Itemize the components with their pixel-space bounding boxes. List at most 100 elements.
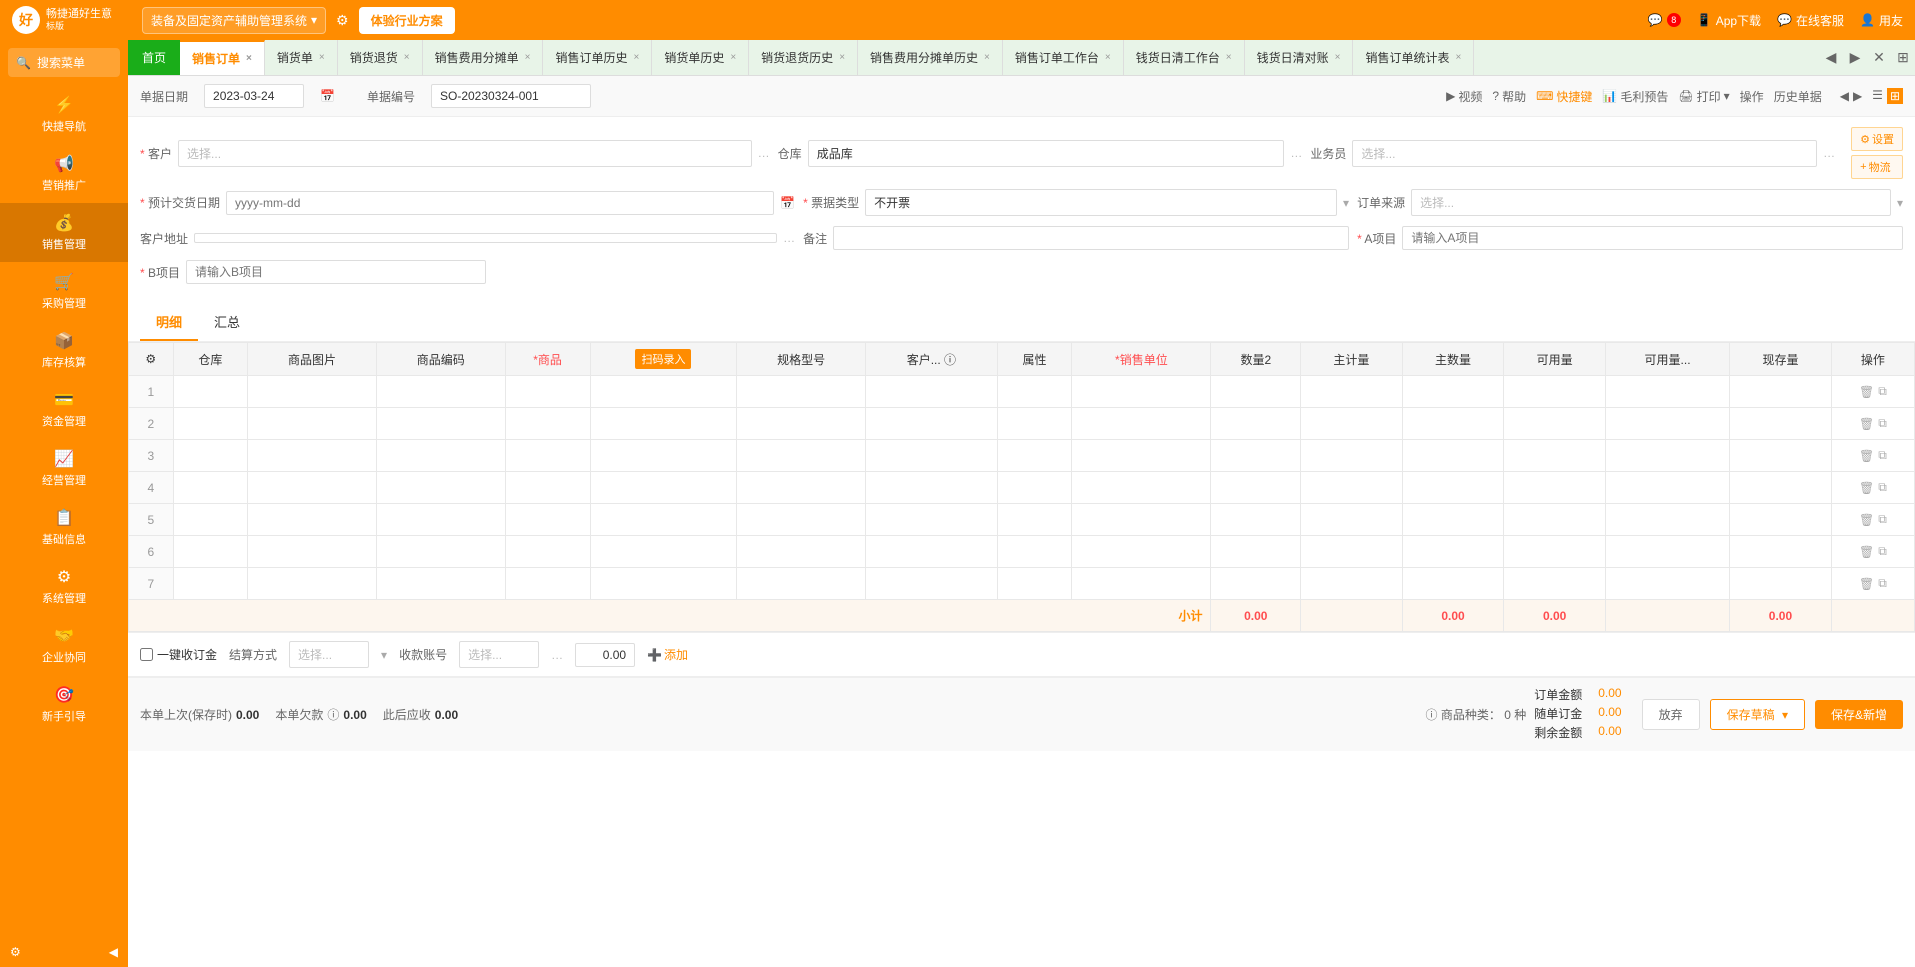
sidebar-collapse-icon[interactable]: ◀ — [109, 945, 118, 959]
list-view-icon[interactable]: ☰ — [1872, 88, 1883, 104]
tab-sales-return[interactable]: 销货退货 × — [338, 40, 423, 76]
row6-qty2[interactable] — [1211, 536, 1301, 568]
row1-scan[interactable] — [590, 376, 737, 408]
tab-nav-left[interactable]: ◀ — [1819, 40, 1843, 76]
row4-main-unit[interactable] — [1301, 472, 1403, 504]
view-video-btn[interactable]: ▶ 视频 — [1446, 88, 1482, 105]
tab-daily-clear-reconcile[interactable]: 钱货日清对账 × — [1245, 40, 1354, 76]
row1-spec[interactable] — [737, 376, 866, 408]
row7-avail-qty2[interactable] — [1605, 568, 1729, 600]
row2-product[interactable] — [505, 408, 590, 440]
sidebar-item-purchase[interactable]: 🛒 采购管理 — [0, 262, 128, 321]
row7-main-qty[interactable] — [1402, 568, 1504, 600]
row6-stock[interactable] — [1730, 536, 1832, 568]
tab-home[interactable]: 首页 — [128, 40, 180, 76]
calendar-icon[interactable]: 📅 — [320, 89, 335, 103]
ticket-dropdown-icon[interactable]: ▾ — [1343, 196, 1349, 210]
payment-method-dropdown-icon[interactable]: ▾ — [381, 648, 387, 662]
row7-avail-qty[interactable] — [1504, 568, 1606, 600]
tab-nav-right[interactable]: ▶ — [1843, 40, 1867, 76]
row1-avail-qty[interactable] — [1504, 376, 1606, 408]
row4-customer-code[interactable] — [866, 472, 998, 504]
row1-attr[interactable] — [997, 376, 1072, 408]
row5-product[interactable] — [505, 504, 590, 536]
tab-sales-workbench[interactable]: 销售订单工作台 × — [1003, 40, 1124, 76]
row1-main-unit[interactable] — [1301, 376, 1403, 408]
row5-warehouse[interactable] — [173, 504, 248, 536]
row7-scan[interactable] — [590, 568, 737, 600]
payment-method-input[interactable]: 选择... — [289, 641, 369, 668]
row6-action[interactable]: 🗑⧉ — [1831, 536, 1914, 568]
row5-avail-qty[interactable] — [1504, 504, 1606, 536]
sidebar-item-inventory[interactable]: 📦 库存核算 — [0, 321, 128, 380]
tab-summary[interactable]: 汇总 — [198, 304, 256, 341]
history-bill-btn[interactable]: 历史单据 — [1774, 88, 1822, 105]
close-tab-sales-stats[interactable]: × — [1455, 52, 1461, 63]
row2-customer-code[interactable] — [866, 408, 998, 440]
discard-button[interactable]: 放弃 — [1642, 699, 1700, 730]
row6-code[interactable] — [376, 536, 505, 568]
warehouse-expand-icon[interactable]: … — [1290, 146, 1302, 160]
row4-code[interactable] — [376, 472, 505, 504]
add-payment-btn[interactable]: ➕ 添加 — [647, 646, 688, 663]
row7-warehouse[interactable] — [173, 568, 248, 600]
row7-image[interactable] — [248, 568, 377, 600]
row2-avail-qty[interactable] — [1504, 408, 1606, 440]
row2-avail-qty2[interactable] — [1605, 408, 1729, 440]
row6-unit[interactable] — [1072, 536, 1211, 568]
delivery-calendar-icon[interactable]: 📅 — [780, 196, 795, 210]
sidebar-item-basic-info[interactable]: 📋 基础信息 — [0, 498, 128, 557]
row7-stock[interactable] — [1730, 568, 1832, 600]
row4-copy-icon[interactable]: ⧉ — [1878, 480, 1887, 495]
row3-copy-icon[interactable]: ⧉ — [1878, 448, 1887, 463]
tab-invoice-history[interactable]: 销货单历史 × — [652, 40, 749, 76]
row1-delete-icon[interactable]: 🗑 — [1859, 385, 1874, 399]
row6-avail-qty2[interactable] — [1605, 536, 1729, 568]
row2-main-qty[interactable] — [1402, 408, 1504, 440]
tab-nav-close[interactable]: ✕ — [1867, 40, 1891, 76]
row4-image[interactable] — [248, 472, 377, 504]
row6-copy-icon[interactable]: ⧉ — [1878, 544, 1887, 559]
row5-unit[interactable] — [1072, 504, 1211, 536]
tab-sales-fee-split[interactable]: 销售费用分摊单 × — [423, 40, 544, 76]
row3-attr[interactable] — [997, 440, 1072, 472]
row6-attr[interactable] — [997, 536, 1072, 568]
account-expand-icon[interactable]: … — [551, 648, 563, 662]
row5-avail-qty2[interactable] — [1605, 504, 1729, 536]
row3-product[interactable] — [505, 440, 590, 472]
row7-spec[interactable] — [737, 568, 866, 600]
shortcut-btn[interactable]: ⌨ 快捷键 — [1536, 88, 1592, 105]
one-click-deposit-checkbox[interactable] — [140, 648, 153, 661]
industry-button[interactable]: 体验行业方案 — [359, 7, 455, 34]
row4-scan[interactable] — [590, 472, 737, 504]
row3-spec[interactable] — [737, 440, 866, 472]
row2-code[interactable] — [376, 408, 505, 440]
row3-avail-qty[interactable] — [1504, 440, 1606, 472]
row1-image[interactable] — [248, 376, 377, 408]
col-settings[interactable]: ⚙ — [129, 343, 174, 376]
row5-copy-icon[interactable]: ⧉ — [1878, 512, 1887, 527]
row3-scan[interactable] — [590, 440, 737, 472]
row7-main-unit[interactable] — [1301, 568, 1403, 600]
date-input[interactable]: 2023-03-24 — [204, 84, 304, 108]
row1-action[interactable]: 🗑⧉ — [1831, 376, 1914, 408]
profit-preview-btn[interactable]: 📊 毛利预告 — [1602, 88, 1668, 105]
close-tab-sales-order[interactable]: × — [246, 53, 252, 64]
row4-unit[interactable] — [1072, 472, 1211, 504]
row2-delete-icon[interactable]: 🗑 — [1859, 417, 1874, 431]
prev-bill-icon[interactable]: ◀ — [1840, 89, 1849, 103]
customer-address-input[interactable] — [194, 233, 777, 243]
deposit-amount-input[interactable]: 0.00 — [575, 643, 635, 667]
b-project-input[interactable] — [186, 260, 486, 284]
search-menu-item[interactable]: 🔍 搜索菜单 — [8, 48, 120, 77]
row4-attr[interactable] — [997, 472, 1072, 504]
row3-delete-icon[interactable]: 🗑 — [1859, 449, 1874, 463]
row1-code[interactable] — [376, 376, 505, 408]
row4-qty2[interactable] — [1211, 472, 1301, 504]
settings-panel-btn[interactable]: ⚙设置 — [1851, 127, 1903, 151]
sidebar-item-quick-nav[interactable]: ⚡ 快捷导航 — [0, 85, 128, 144]
row3-main-unit[interactable] — [1301, 440, 1403, 472]
tab-sales-invoice[interactable]: 销货单 × — [265, 40, 338, 76]
settings-icon[interactable]: ⚙ — [336, 12, 349, 29]
tab-nav-grid[interactable]: ⊞ — [1891, 40, 1915, 76]
